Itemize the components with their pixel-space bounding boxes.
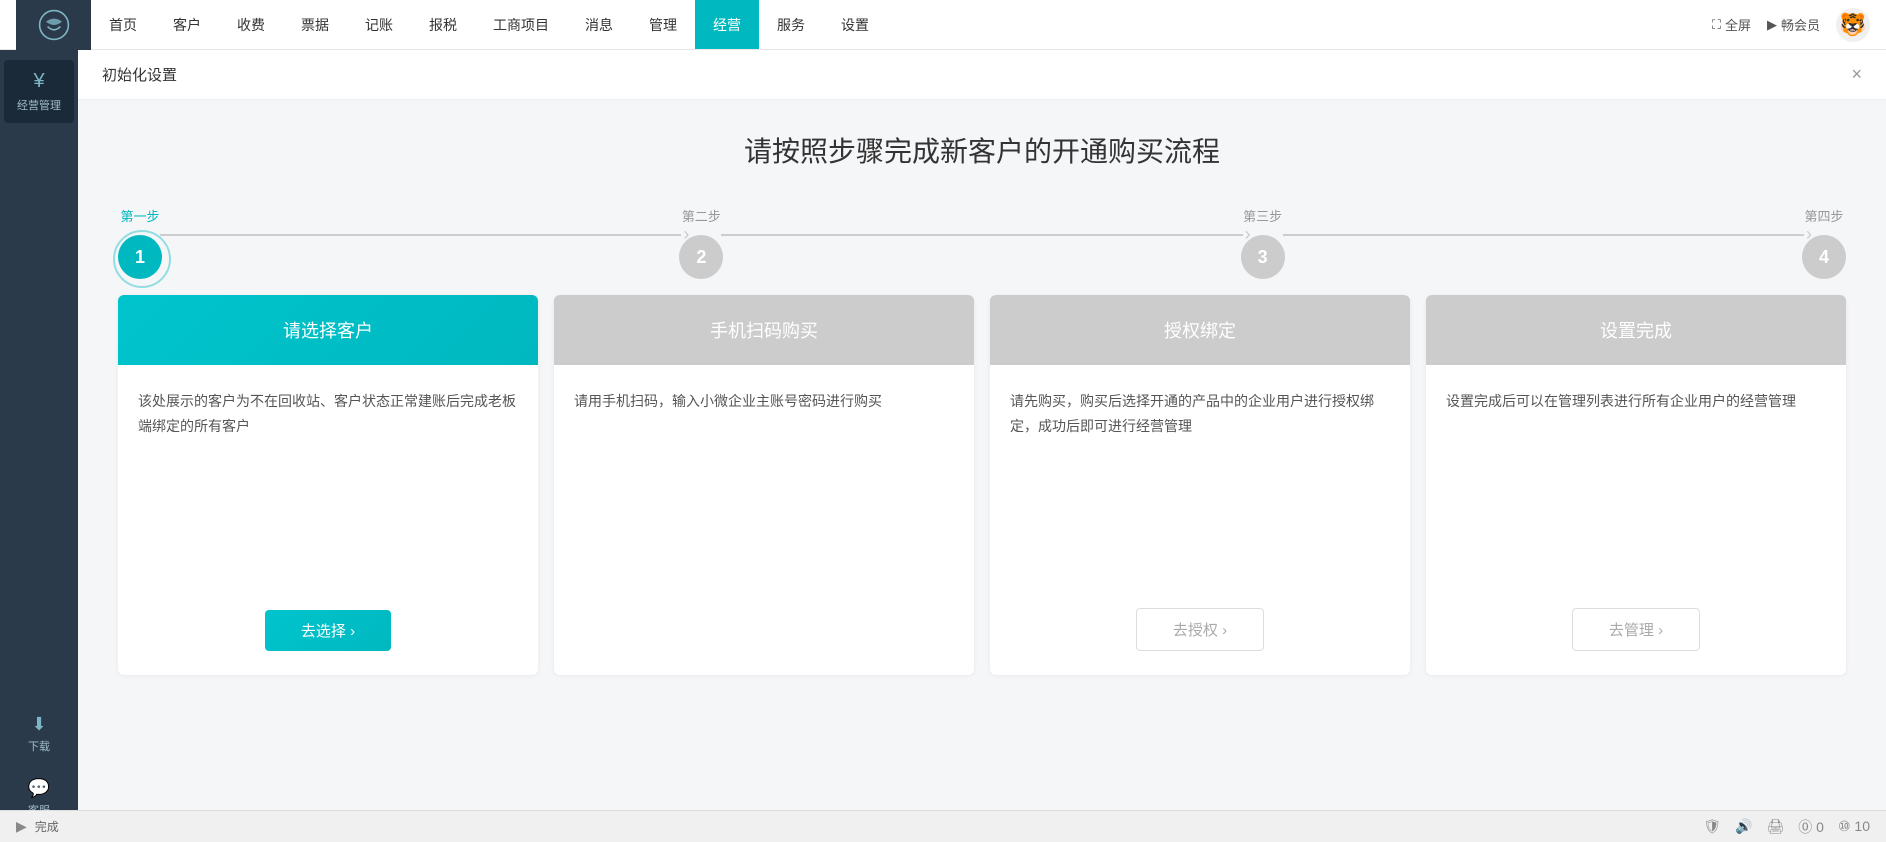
step-1-indicator: 第一步 1: [118, 206, 162, 279]
step-card-3-header: 授权绑定: [990, 295, 1410, 365]
nav-service[interactable]: 服务: [759, 0, 823, 49]
step-card-4: 设置完成 设置完成后可以在管理列表进行所有企业用户的经营管理 去管理 ›: [1426, 295, 1846, 675]
step-card-4-header: 设置完成: [1426, 295, 1846, 365]
steps-flow: 第一步 1 第二步 2 第三步 3: [118, 206, 1846, 279]
step-card-3: 授权绑定 请先购买，购买后选择开通的产品中的企业用户进行授权绑定，成功后即可进行…: [990, 295, 1410, 675]
sidebar-download[interactable]: ⬇ 下载: [4, 706, 74, 762]
play-status-icon: ▶: [16, 818, 27, 835]
member-button[interactable]: ▶ 畅会员: [1767, 15, 1820, 34]
step-card-2: 手机扫码购买 请用手机扫码，输入小微企业主账号密码进行购买: [554, 295, 974, 675]
nav-fee[interactable]: 收费: [219, 0, 283, 49]
go-manage-button[interactable]: 去管理 ›: [1572, 608, 1700, 651]
step-4-label: 第四步: [1804, 206, 1843, 225]
page-header: 初始化设置 ×: [78, 50, 1886, 100]
page-title: 初始化设置: [102, 64, 177, 85]
count-10-icon: ⑩ 10: [1838, 818, 1870, 835]
step-3-circle: 3: [1241, 235, 1285, 279]
step-3-indicator: 第三步 3: [1241, 206, 1285, 279]
status-bar: ▶ 完成 🛡 🔊 🖨 ⓪ 0 ⑩ 10: [0, 810, 1886, 842]
step-card-2-body: 请用手机扫码，输入小微企业主账号密码进行购买: [554, 365, 974, 635]
go-select-button[interactable]: 去选择 ›: [265, 610, 391, 651]
nav-home[interactable]: 首页: [91, 0, 155, 49]
step-cards: 请选择客户 该处展示的客户为不在回收站、客户状态正常建账后完成老板端绑定的所有客…: [118, 295, 1846, 675]
nav-right: ⛶ 全屏 ▶ 畅会员 🐯: [1712, 8, 1870, 42]
yuan-icon: ¥: [33, 70, 44, 93]
count-0-icon: ⓪ 0: [1798, 817, 1824, 837]
nav-business[interactable]: 工商项目: [475, 0, 567, 49]
main-layout: ¥ 经营管理 ⬇ 下载 💬 客服 初始化设置 × 请按照步骤完成新客户的开通购买…: [0, 50, 1886, 842]
nav-tax[interactable]: 报税: [411, 0, 475, 49]
download-icon: ⬇: [31, 714, 46, 735]
step-card-1-header: 请选择客户: [118, 295, 538, 365]
step-card-4-footer: 去管理 ›: [1426, 592, 1846, 675]
step-1-circle: 1: [118, 235, 162, 279]
avatar[interactable]: 🐯: [1836, 8, 1870, 42]
step-card-1-body: 该处展示的客户为不在回收站、客户状态正常建账后完成老板端绑定的所有客户: [118, 365, 538, 594]
sidebar: ¥ 经营管理 ⬇ 下载 💬 客服: [0, 50, 78, 842]
step-arrow-2: [721, 234, 1242, 236]
step-card-1: 请选择客户 该处展示的客户为不在回收站、客户状态正常建账后完成老板端绑定的所有客…: [118, 295, 538, 675]
step-1-label: 第一步: [120, 206, 159, 225]
sidebar-item-operation[interactable]: ¥ 经营管理: [4, 60, 74, 123]
step-4-indicator: 第四步 4: [1802, 206, 1846, 279]
volume-status-icon: 🔊: [1735, 818, 1752, 835]
step-card-3-body: 请先购买，购买后选择开通的产品中的企业用户进行授权绑定，成功后即可进行经营管理: [990, 365, 1410, 592]
setup-content: 请按照步骤完成新客户的开通购买流程 第一步 1 第二步 2: [78, 100, 1886, 705]
step-arrow-1: [160, 234, 681, 236]
nav-customer[interactable]: 客户: [155, 0, 219, 49]
status-label: 完成: [35, 818, 59, 835]
step-2-indicator: 第二步 2: [679, 206, 723, 279]
step-card-4-body: 设置完成后可以在管理列表进行所有企业用户的经营管理: [1426, 365, 1846, 592]
status-left: ▶ 完成: [16, 818, 59, 835]
step-card-1-footer: 去选择 ›: [118, 594, 538, 675]
step-card-3-footer: 去授权 ›: [990, 592, 1410, 675]
step-4-circle: 4: [1802, 235, 1846, 279]
status-right: 🛡 🔊 🖨 ⓪ 0 ⑩ 10: [1703, 817, 1870, 837]
support-icon: 💬: [28, 778, 50, 799]
step-card-2-header: 手机扫码购买: [554, 295, 974, 365]
print-status-icon: 🖨: [1767, 818, 1785, 835]
close-button[interactable]: ×: [1851, 64, 1862, 85]
step-2-label: 第二步: [682, 206, 721, 225]
fullscreen-button[interactable]: ⛶ 全屏: [1712, 15, 1751, 34]
play-icon: ▶: [1767, 17, 1777, 33]
content-area: 初始化设置 × 请按照步骤完成新客户的开通购买流程 第一步 1 第二步: [78, 50, 1886, 842]
nav-manage[interactable]: 管理: [631, 0, 695, 49]
nav-operation[interactable]: 经营: [695, 0, 759, 49]
step-card-2-footer: [554, 635, 974, 675]
step-arrow-3: [1283, 234, 1804, 236]
shield-status-icon: 🛡: [1703, 818, 1721, 835]
nav-bookkeeping[interactable]: 记账: [347, 0, 411, 49]
nav-invoice[interactable]: 票据: [283, 0, 347, 49]
top-nav: 首页 客户 收费 票据 记账 报税 工商项目 消息 管理 经营 服务 设置 ⛶ …: [0, 0, 1886, 50]
step-2-circle: 2: [679, 235, 723, 279]
setup-heading: 请按照步骤完成新客户的开通购买流程: [118, 130, 1846, 170]
go-auth-button[interactable]: 去授权 ›: [1136, 608, 1264, 651]
nav-message[interactable]: 消息: [567, 0, 631, 49]
nav-items: 首页 客户 收费 票据 记账 报税 工商项目 消息 管理 经营 服务 设置: [91, 0, 1712, 49]
nav-settings[interactable]: 设置: [823, 0, 887, 49]
fullscreen-icon: ⛶: [1712, 17, 1721, 33]
logo: [16, 0, 91, 50]
step-3-label: 第三步: [1243, 206, 1282, 225]
